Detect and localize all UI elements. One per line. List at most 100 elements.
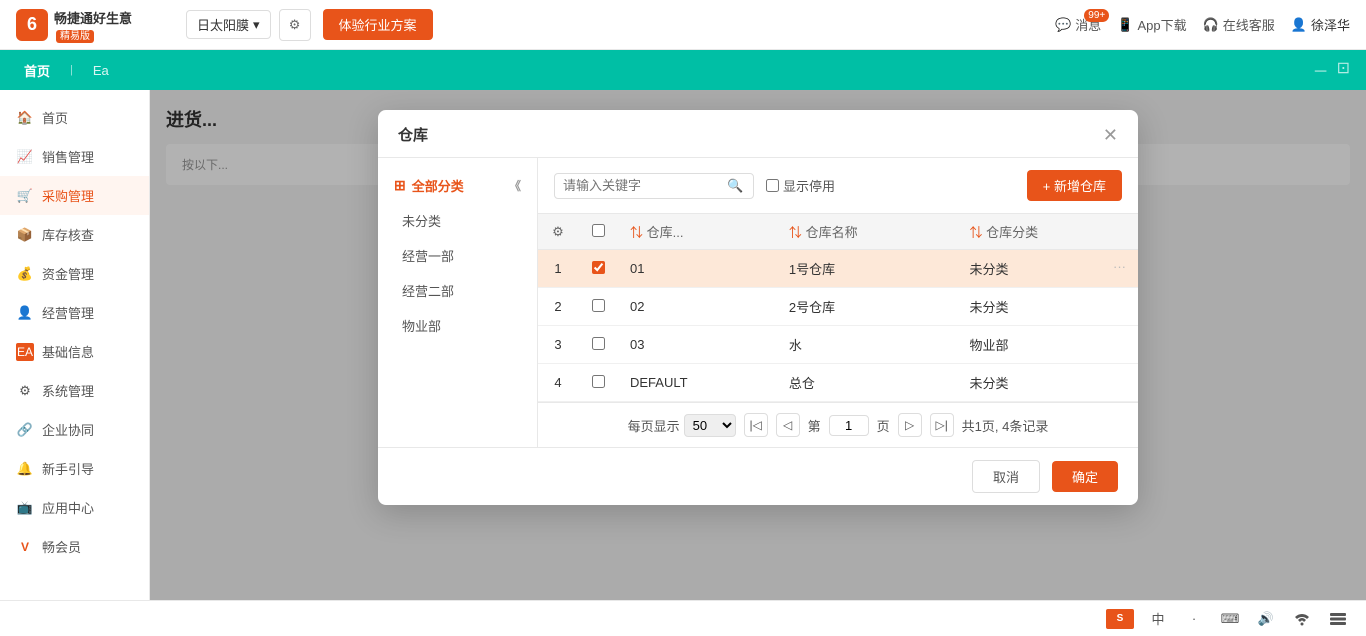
grid-icon: ⊞ bbox=[394, 177, 406, 194]
next-page-button[interactable]: ▷ bbox=[898, 413, 922, 437]
members-icon: V bbox=[16, 538, 34, 556]
sidebar-item-home[interactable]: 🏠 首页 bbox=[0, 98, 149, 137]
sidebar-item-purchase[interactable]: 🛒 采购管理 bbox=[0, 176, 149, 215]
sidebar-item-basic-info[interactable]: EA 基础信息 bbox=[0, 332, 149, 371]
row-name: 1号仓库 bbox=[777, 250, 958, 288]
page-size-select: 每页显示 50 100 200 bbox=[628, 414, 736, 437]
select-all-checkbox[interactable] bbox=[592, 224, 605, 237]
sidebar-item-members[interactable]: V 畅会员 bbox=[0, 527, 149, 566]
category-ops2[interactable]: 经营二部 bbox=[378, 273, 537, 308]
online-service[interactable]: 🎧 在线客服 bbox=[1203, 15, 1275, 34]
sub-header: 首页 | Ea － ⊡ bbox=[0, 50, 1366, 90]
sidebar-item-apps[interactable]: 📺 应用中心 bbox=[0, 488, 149, 527]
row-checkbox[interactable] bbox=[578, 326, 618, 364]
inventory-icon: 📦 bbox=[16, 226, 34, 244]
modal-body: ⊞ 全部分类 《 未分类 经营一部 经营二部 物业部 bbox=[378, 158, 1138, 447]
table-row[interactable]: 3 03 水 物业部 bbox=[538, 326, 1138, 364]
category-all[interactable]: ⊞ 全部分类 《 bbox=[378, 168, 537, 203]
table-panel: 🔍 显示停用 + 新增仓库 bbox=[538, 158, 1138, 447]
gear-icon: ⚙ bbox=[289, 17, 301, 33]
sidebar-item-finance[interactable]: 💰 资金管理 bbox=[0, 254, 149, 293]
page-unit: 页 bbox=[877, 416, 890, 435]
minimize-button[interactable]: － bbox=[1313, 58, 1329, 82]
sales-icon: 📈 bbox=[16, 148, 34, 166]
trial-button[interactable]: 体验行业方案 bbox=[323, 9, 433, 40]
page-number-input[interactable] bbox=[829, 415, 869, 436]
sidebar-label-enterprise: 企业协同 bbox=[42, 420, 94, 439]
online-service-label: 在线客服 bbox=[1223, 15, 1275, 34]
prev-page-button[interactable]: ◁ bbox=[776, 413, 800, 437]
store-selector[interactable]: 日太阳膜 ▾ bbox=[186, 10, 271, 39]
table-toolbar: 🔍 显示停用 + 新增仓库 bbox=[538, 158, 1138, 214]
search-input[interactable] bbox=[563, 178, 723, 193]
sidebar-item-inventory[interactable]: 📦 库存核查 bbox=[0, 215, 149, 254]
table-settings-icon[interactable]: ⚙ bbox=[552, 224, 564, 239]
modal-close-button[interactable]: ✕ bbox=[1103, 126, 1118, 144]
sidebar-item-sales[interactable]: 📈 销售管理 bbox=[0, 137, 149, 176]
chinese-input-icon[interactable]: 中 bbox=[1146, 607, 1170, 631]
enterprise-icon: 🔗 bbox=[16, 421, 34, 439]
finance-icon: 💰 bbox=[16, 265, 34, 283]
user-menu[interactable]: 👤 徐泽华 bbox=[1291, 15, 1350, 34]
headset-icon: 🎧 bbox=[1203, 17, 1219, 33]
settings-button[interactable]: ⚙ bbox=[279, 9, 311, 41]
category-uncategorized[interactable]: 未分类 bbox=[378, 203, 537, 238]
keyboard-icon[interactable]: ⌨ bbox=[1218, 607, 1242, 631]
row-category: 物业部 bbox=[957, 326, 1138, 364]
user-icon: 👤 bbox=[1291, 17, 1307, 33]
row-actions-icon[interactable]: ··· bbox=[1113, 259, 1126, 274]
cancel-button[interactable]: 取消 bbox=[972, 460, 1040, 493]
network-icon[interactable] bbox=[1290, 607, 1314, 631]
table-row[interactable]: 1 01 1号仓库 未分类··· bbox=[538, 250, 1138, 288]
row-no: 2 bbox=[538, 288, 578, 326]
last-page-button[interactable]: ▷| bbox=[930, 413, 954, 437]
subnav-home[interactable]: 首页 bbox=[16, 61, 58, 80]
category-property[interactable]: 物业部 bbox=[378, 308, 537, 343]
chevron-down-icon: ▾ bbox=[253, 17, 260, 33]
subnav-ea[interactable]: Ea bbox=[85, 63, 117, 78]
window-controls: － ⊡ bbox=[1313, 58, 1350, 82]
operations-icon: 👤 bbox=[16, 304, 34, 322]
sidebar-item-enterprise[interactable]: 🔗 企业协同 bbox=[0, 410, 149, 449]
data-table: ⚙ ⇅ 仓库... bbox=[538, 214, 1138, 402]
phone-icon: 📱 bbox=[1117, 17, 1133, 33]
notification-badge: 99+ bbox=[1084, 9, 1109, 22]
category-ops1[interactable]: 经营一部 bbox=[378, 238, 537, 273]
row-checkbox[interactable] bbox=[578, 364, 618, 402]
table-row[interactable]: 2 02 2号仓库 未分类 bbox=[538, 288, 1138, 326]
page-size-dropdown[interactable]: 50 100 200 bbox=[684, 414, 736, 437]
confirm-button[interactable]: 确定 bbox=[1052, 461, 1118, 492]
modal-header: 仓库 ✕ bbox=[378, 110, 1138, 158]
sidebar-label-home: 首页 bbox=[42, 108, 68, 127]
table-row[interactable]: 4 DEFAULT 总仓 未分类 bbox=[538, 364, 1138, 402]
sidebar-label-members: 畅会员 bbox=[42, 537, 81, 556]
header-right: 💬 消息 99+ 📱 App下载 🎧 在线客服 👤 徐泽华 bbox=[1055, 15, 1350, 34]
row-checkbox[interactable] bbox=[578, 250, 618, 288]
sougou-icon[interactable]: S bbox=[1106, 609, 1134, 629]
show-disabled-label[interactable]: 显示停用 bbox=[766, 176, 835, 195]
taskbar-icon[interactable] bbox=[1326, 607, 1350, 631]
app-download[interactable]: 📱 App下载 bbox=[1117, 15, 1186, 34]
maximize-button[interactable]: ⊡ bbox=[1337, 58, 1350, 82]
sidebar-label-sales: 销售管理 bbox=[42, 147, 94, 166]
period-icon[interactable]: · bbox=[1182, 607, 1206, 631]
purchase-icon: 🛒 bbox=[16, 187, 34, 205]
message-notification[interactable]: 💬 消息 99+ bbox=[1055, 15, 1101, 34]
add-warehouse-button[interactable]: + 新增仓库 bbox=[1027, 170, 1122, 201]
row-code: 03 bbox=[618, 326, 777, 364]
content-area: 进货... 按以下... 仓库 ✕ ⊞ 全部分类 bbox=[150, 90, 1366, 636]
show-disabled-checkbox[interactable] bbox=[766, 179, 779, 192]
sidebar-item-system[interactable]: ⚙ 系统管理 bbox=[0, 371, 149, 410]
sidebar-item-guide[interactable]: 🔔 新手引导 bbox=[0, 449, 149, 488]
warehouse-table: ⚙ ⇅ 仓库... bbox=[538, 214, 1138, 402]
edition-badge: 精易版 bbox=[56, 30, 94, 43]
show-disabled-text: 显示停用 bbox=[783, 176, 835, 195]
collapse-icon[interactable]: 《 bbox=[509, 177, 521, 194]
row-checkbox[interactable] bbox=[578, 288, 618, 326]
sidebar-item-operations[interactable]: 👤 经营管理 bbox=[0, 293, 149, 332]
speaker-bottom-icon[interactable]: 🔊 bbox=[1254, 607, 1278, 631]
first-page-button[interactable]: |◁ bbox=[744, 413, 768, 437]
sidebar-label-finance: 资金管理 bbox=[42, 264, 94, 283]
sidebar-label-guide: 新手引导 bbox=[42, 459, 94, 478]
row-no: 1 bbox=[538, 250, 578, 288]
